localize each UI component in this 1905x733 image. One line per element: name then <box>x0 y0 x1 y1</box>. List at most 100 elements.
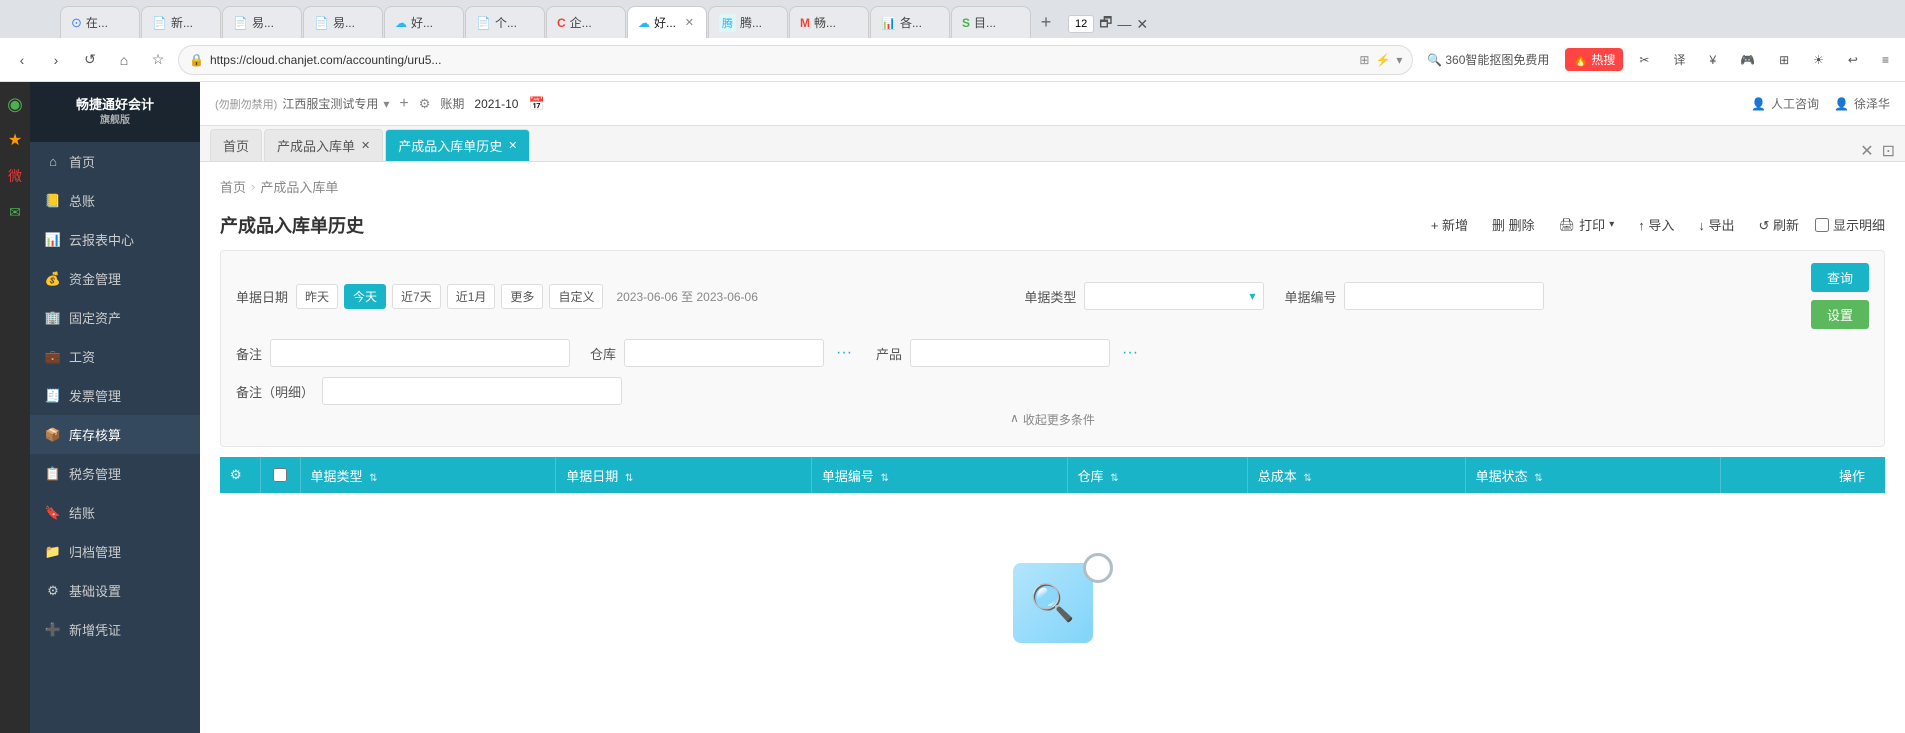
breadcrumb-product-list[interactable]: 产成品入库单 <box>260 177 338 196</box>
table-settings-button[interactable]: 设置 <box>1811 300 1869 329</box>
restore-window-btn[interactable]: 🗗 <box>1099 12 1112 36</box>
custom-btn[interactable]: 自定义 <box>549 284 603 309</box>
home-button[interactable]: ⌂ <box>110 46 138 74</box>
icon-sidebar-weibo[interactable]: 微 <box>3 164 27 188</box>
sidebar-item-settlement[interactable]: 🔖 结账 <box>30 493 200 532</box>
doc-no-input[interactable] <box>1344 282 1544 310</box>
col-warehouse[interactable]: 仓库 ⇅ <box>1067 457 1247 493</box>
browser-tab-6[interactable]: 📄 个... <box>465 6 545 38</box>
page-tab-product-history[interactable]: 产成品入库单历史 ✕ <box>385 129 530 161</box>
browser-tab-7[interactable]: C 企... <box>546 6 626 38</box>
detail-remark-input[interactable] <box>322 377 622 405</box>
back-button[interactable]: ‹ <box>8 46 36 74</box>
product-input[interactable] <box>910 339 1110 367</box>
add-company-btn[interactable]: + <box>399 95 408 113</box>
query-button[interactable]: 查询 <box>1811 263 1869 292</box>
export-btn[interactable]: ↓ 导出 <box>1690 211 1742 238</box>
page-tab-product-list-close[interactable]: ✕ <box>361 139 370 152</box>
doc-type-select[interactable]: ▾ <box>1084 282 1264 310</box>
bookmark-button[interactable]: ☆ <box>144 46 172 74</box>
tab-count-badge[interactable]: 12 <box>1068 15 1094 33</box>
forward-button[interactable]: › <box>42 46 70 74</box>
col-doc-no[interactable]: 单据编号 ⇅ <box>811 457 1067 493</box>
right-panel-close-btn[interactable]: ✕ <box>1860 141 1873 161</box>
user-service-btn[interactable]: 👤 人工咨询 <box>1751 95 1819 112</box>
warehouse-dots-btn[interactable]: ··· <box>832 344 856 362</box>
right-panel-expand-btn[interactable]: ⊡ <box>1882 141 1895 161</box>
show-cols-toggle[interactable]: 显示明细 <box>1815 215 1885 234</box>
col-doc-type[interactable]: 单据类型 ⇅ <box>300 457 556 493</box>
collapse-bar[interactable]: ∧ 收起更多条件 <box>236 405 1869 434</box>
page-tab-home[interactable]: 首页 <box>210 129 262 161</box>
browser-tab-3[interactable]: 📄 易... <box>222 6 302 38</box>
warehouse-input[interactable] <box>624 339 824 367</box>
page-tab-product-list[interactable]: 产成品入库单 ✕ <box>264 129 383 161</box>
address-bar[interactable]: 🔒 https://cloud.chanjet.com/accounting/u… <box>178 45 1413 75</box>
yesterday-btn[interactable]: 昨天 <box>296 284 338 309</box>
browser-tab-4[interactable]: 📄 易... <box>303 6 383 38</box>
scissors-btn[interactable]: ✂ <box>1631 50 1657 70</box>
currency-btn[interactable]: ¥ <box>1701 50 1724 70</box>
grid-apps-btn[interactable]: ⊞ <box>1771 50 1797 70</box>
game-btn[interactable]: 🎮 <box>1732 50 1763 70</box>
browser-tab-12[interactable]: S 目... <box>951 6 1031 38</box>
tab8-close[interactable]: ✕ <box>683 16 696 29</box>
lightning-icon[interactable]: ⚡ <box>1375 53 1390 67</box>
refresh-btn[interactable]: ↺ 刷新 <box>1750 211 1807 238</box>
sidebar-item-inventory[interactable]: 📦 库存核算 <box>30 415 200 454</box>
sidebar-item-home[interactable]: ⌂ 首页 <box>30 142 200 181</box>
icon-sidebar-mail[interactable]: ✉ <box>3 200 27 224</box>
sidebar-item-new-voucher[interactable]: ➕ 新增凭证 <box>30 610 200 649</box>
browser-tab-8[interactable]: ☁ 好... ✕ <box>627 6 707 38</box>
select-all-checkbox[interactable] <box>273 468 287 482</box>
remark-input[interactable] <box>270 339 570 367</box>
browser-tab-9[interactable]: 腾 腾... <box>708 6 788 38</box>
period-value[interactable]: 2021-10 <box>474 97 518 111</box>
month-btn[interactable]: 近1月 <box>447 284 496 309</box>
browser-tab-11[interactable]: 📊 各... <box>870 6 950 38</box>
sidebar-item-payroll[interactable]: 💼 工资 <box>30 337 200 376</box>
sidebar-item-tax[interactable]: 📋 税务管理 <box>30 454 200 493</box>
hot-search-btn[interactable]: 🔥 热搜 <box>1565 48 1623 71</box>
more-btn[interactable]: 更多 <box>501 284 543 309</box>
print-btn[interactable]: 🖨 🖨 打印 打印 ▾ <box>1551 211 1623 238</box>
browser-tab-2[interactable]: 📄 新... <box>141 6 221 38</box>
minimize-btn[interactable]: — <box>1117 16 1131 32</box>
icon-sidebar-logo[interactable]: ◉ <box>3 92 27 116</box>
today-btn[interactable]: 今天 <box>344 284 386 309</box>
more-btn[interactable]: ≡ <box>1874 50 1897 70</box>
show-cols-checkbox[interactable] <box>1815 218 1829 232</box>
browser-tab-5[interactable]: ☁ 好... <box>384 6 464 38</box>
col-doc-status[interactable]: 单据状态 ⇅ <box>1465 457 1721 493</box>
company-select[interactable]: (勿删勿禁用) 江西服宝测试专用 ▾ <box>215 95 389 112</box>
sidebar-item-cloud-reports[interactable]: 📊 云报表中心 <box>30 220 200 259</box>
browser-tab-1[interactable]: ⊙ 在... <box>60 6 140 38</box>
grid-icon[interactable]: ⊞ <box>1359 53 1369 67</box>
browser-tab-10[interactable]: M 畅... <box>789 6 869 38</box>
col-total-cost[interactable]: 总成本 ⇅ <box>1247 457 1465 493</box>
user-profile-btn[interactable]: 👤 徐泽华 <box>1834 95 1890 112</box>
add-btn[interactable]: + 新增 <box>1423 211 1476 238</box>
import-btn[interactable]: ↑ 导入 <box>1630 211 1682 238</box>
sidebar-item-ledger[interactable]: 📒 总账 <box>30 181 200 220</box>
product-dots-btn[interactable]: ··· <box>1118 344 1142 362</box>
close-window-btn[interactable]: ✕ <box>1136 16 1148 33</box>
sidebar-item-funds[interactable]: 💰 资金管理 <box>30 259 200 298</box>
undo-btn[interactable]: ↩ <box>1840 50 1866 70</box>
breadcrumb-home[interactable]: 首页 <box>220 177 246 196</box>
sidebar-item-archive[interactable]: 📁 归档管理 <box>30 532 200 571</box>
delete-btn[interactable]: 删 删除 <box>1484 211 1543 238</box>
sidebar-item-fixed-assets[interactable]: 🏢 固定资产 <box>30 298 200 337</box>
sidebar-item-invoice[interactable]: 🧾 发票管理 <box>30 376 200 415</box>
icon-sidebar-star[interactable]: ★ <box>3 128 27 152</box>
col-doc-date[interactable]: 单据日期 ⇅ <box>556 457 812 493</box>
search-tool-btn[interactable]: 🔍 360智能抠图免费用 <box>1419 48 1557 71</box>
sidebar-item-basic-settings[interactable]: ⚙ 基础设置 <box>30 571 200 610</box>
brightness-btn[interactable]: ☀ <box>1805 50 1832 70</box>
translate-btn[interactable]: 译 <box>1665 48 1693 71</box>
calendar-icon[interactable]: 📅 <box>528 96 544 112</box>
col-checkbox[interactable] <box>260 457 300 493</box>
week-btn[interactable]: 近7天 <box>392 284 441 309</box>
settings-gear-icon[interactable]: ⚙ <box>419 96 431 112</box>
col-settings[interactable]: ⚙ <box>220 457 260 493</box>
